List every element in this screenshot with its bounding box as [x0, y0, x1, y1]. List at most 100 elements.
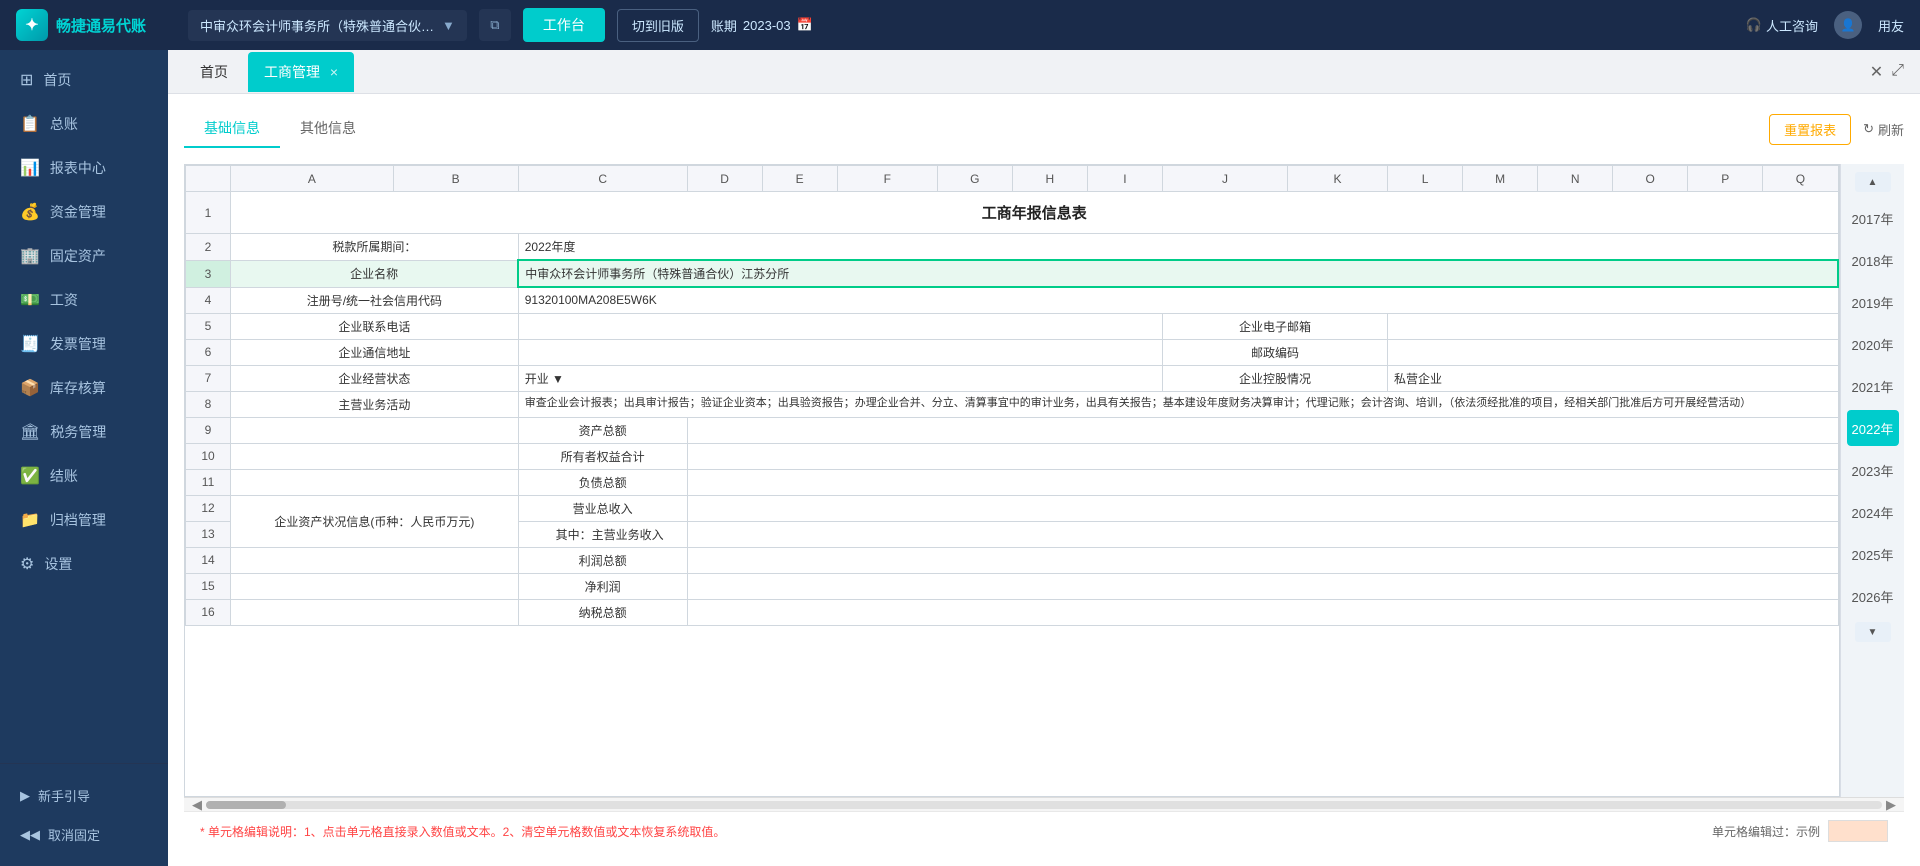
main-revenue-value[interactable] [687, 521, 1838, 547]
year-item-2023[interactable]: 2023年 [1847, 452, 1899, 488]
sidebar-item-home[interactable]: ⊞ 首页 [0, 58, 168, 102]
email-label: 企业电子邮箱 [1162, 313, 1387, 339]
col-header-c: C [518, 166, 687, 192]
sidebar-item-invoice[interactable]: 🧾 发票管理 [0, 322, 168, 366]
table-row: 1 工商年报信息表 [186, 192, 1839, 234]
sidebar-item-tax[interactable]: 🏛 税务管理 [0, 410, 168, 454]
subtab-basic-label: 基础信息 [204, 120, 260, 136]
service-label: 人工咨询 [1766, 16, 1818, 35]
unpin-button[interactable]: ◀◀ 取消固定 [0, 815, 168, 854]
company-name-value[interactable]: 中审众环会计师事务所（特殊普通合伙）江苏分所 [518, 260, 1838, 287]
phone-value[interactable] [518, 313, 1162, 339]
year-item-2021[interactable]: 2021年 [1847, 368, 1899, 404]
total-assets-label: 资产总额 [518, 417, 687, 443]
service-button[interactable]: 🎧 人工咨询 [1746, 16, 1818, 35]
tab-close-icon[interactable]: × [330, 64, 338, 80]
reset-report-button[interactable]: 重置报表 [1769, 114, 1851, 145]
sidebar-item-closing[interactable]: ✅ 结账 [0, 454, 168, 498]
postal-label: 邮政编码 [1162, 339, 1387, 365]
year-panel-up-button[interactable]: ▲ [1855, 172, 1891, 192]
table-title: 工商年报信息表 [231, 192, 1838, 234]
table-row: 12 企业资产状况信息(币种：人民币万元) 营业总收入 [186, 495, 1839, 521]
year-item-2017[interactable]: 2017年 [1847, 200, 1899, 236]
switch-version-button[interactable]: 切到旧版 [617, 9, 699, 42]
col-header-f: F [837, 166, 937, 192]
copy-button[interactable]: ⧉ [479, 9, 511, 41]
year-item-2024[interactable]: 2024年 [1847, 494, 1899, 530]
sidebar-item-settings[interactable]: ⚙ 设置 [0, 542, 168, 586]
window-expand-button[interactable]: ⤢ [1891, 62, 1904, 82]
year-item-2025[interactable]: 2025年 [1847, 536, 1899, 572]
sidebar-item-archive[interactable]: 📁 归档管理 [0, 498, 168, 542]
ledger-icon: 📋 [20, 114, 40, 134]
col-header-p: P [1688, 166, 1763, 192]
reports-icon: 📊 [20, 158, 40, 178]
sidebar-item-salary[interactable]: 💵 工资 [0, 278, 168, 322]
table-row: 14 利润总额 [186, 547, 1839, 573]
table-row: 9 资产总额 [186, 417, 1839, 443]
equity-value[interactable] [687, 443, 1838, 469]
sidebar-item-reports[interactable]: 📊 报表中心 [0, 146, 168, 190]
sidebar-item-ledger[interactable]: 📋 总账 [0, 102, 168, 146]
net-profit-value[interactable] [687, 573, 1838, 599]
liabilities-value[interactable] [687, 469, 1838, 495]
row-num-8: 8 [186, 391, 231, 417]
tab-bar: 首页 工商管理 × ✕ ⤢ [168, 50, 1920, 94]
year-item-2020[interactable]: 2020年 [1847, 326, 1899, 362]
email-value[interactable] [1388, 313, 1838, 339]
sidebar-label-closing: 结账 [50, 466, 78, 486]
total-profit-value[interactable] [687, 547, 1838, 573]
workbench-button[interactable]: 工作台 [523, 8, 605, 42]
sidebar-bottom: ▶ 新手引导 ◀◀ 取消固定 [0, 763, 168, 866]
year-item-2022[interactable]: 2022年 [1847, 410, 1899, 446]
revenue-value[interactable] [687, 495, 1838, 521]
col-header-o: O [1613, 166, 1688, 192]
total-assets-value[interactable] [687, 417, 1838, 443]
logo-text: 畅捷通易代账 [56, 15, 146, 36]
calendar-icon[interactable]: 📅 [797, 17, 813, 33]
postal-value[interactable] [1388, 339, 1838, 365]
horizontal-scrollbar[interactable]: ◀ ▶ [184, 797, 1904, 811]
total-profit-label: 利润总额 [518, 547, 687, 573]
address-value[interactable] [518, 339, 1162, 365]
financial-info-label: 企业资产状况信息(币种：人民币万元) [231, 495, 519, 547]
new-guide-label: 新手引导 [38, 786, 90, 805]
sidebar-item-inventory[interactable]: 📦 库存核算 [0, 366, 168, 410]
table-row: 2 税款所属期间： 2022年度 [186, 234, 1839, 261]
window-close-button[interactable]: ✕ [1870, 62, 1883, 82]
period-value: 2023-03 [743, 18, 791, 33]
year-panel-down-button[interactable]: ▼ [1855, 622, 1891, 642]
sidebar-item-funds[interactable]: 💰 资金管理 [0, 190, 168, 234]
play-icon: ▶ [20, 788, 30, 804]
content-area: 首页 工商管理 × ✕ ⤢ 基础信息 其他信息 [168, 50, 1920, 866]
subtab-other[interactable]: 其他信息 [280, 110, 376, 148]
year-item-2026[interactable]: 2026年 [1847, 578, 1899, 614]
business-value[interactable]: 审查企业会计报表；出具审计报告；验证企业资本；出具验资报告；办理企业合并、分立、… [518, 391, 1838, 417]
refresh-button[interactable]: ↻ 刷新 [1863, 114, 1904, 145]
sidebar-label-archive: 归档管理 [50, 510, 106, 530]
period-value-cell[interactable]: 2022年度 [518, 234, 1838, 261]
reg-value[interactable]: 91320100MA208E5W6K [518, 287, 1838, 313]
year-item-2019[interactable]: 2019年 [1847, 284, 1899, 320]
data-table: A B C D E F G H I J K L [185, 165, 1839, 626]
subtab-basic[interactable]: 基础信息 [184, 110, 280, 148]
tab-business[interactable]: 工商管理 × [248, 52, 354, 92]
year-item-2018[interactable]: 2018年 [1847, 242, 1899, 278]
holding-value[interactable]: 私营企业 [1388, 365, 1838, 391]
unpin-icon: ◀◀ [20, 827, 40, 843]
row-num-16: 16 [186, 599, 231, 625]
col-header-m: M [1463, 166, 1538, 192]
company-selector[interactable]: 中审众环会计师事务所（特殊普通合伙… ▼ [188, 10, 467, 41]
total-tax-value[interactable] [687, 599, 1838, 625]
sidebar-label-assets: 固定资产 [50, 246, 106, 266]
sidebar-item-assets[interactable]: 🏢 固定资产 [0, 234, 168, 278]
status-value[interactable]: 开业 ▼ [518, 365, 1162, 391]
hscroll-track[interactable] [206, 801, 1882, 809]
tab-home[interactable]: 首页 [184, 52, 244, 92]
new-guide-button[interactable]: ▶ 新手引导 [0, 776, 168, 815]
spreadsheet-container[interactable]: A B C D E F G H I J K L [184, 164, 1840, 797]
hscroll-thumb[interactable] [206, 801, 286, 809]
user-label: 用友 [1878, 16, 1904, 35]
top-header: ✦ 畅捷通易代账 中审众环会计师事务所（特殊普通合伙… ▼ ⧉ 工作台 切到旧版… [0, 0, 1920, 50]
col-header-q: Q [1763, 166, 1838, 192]
